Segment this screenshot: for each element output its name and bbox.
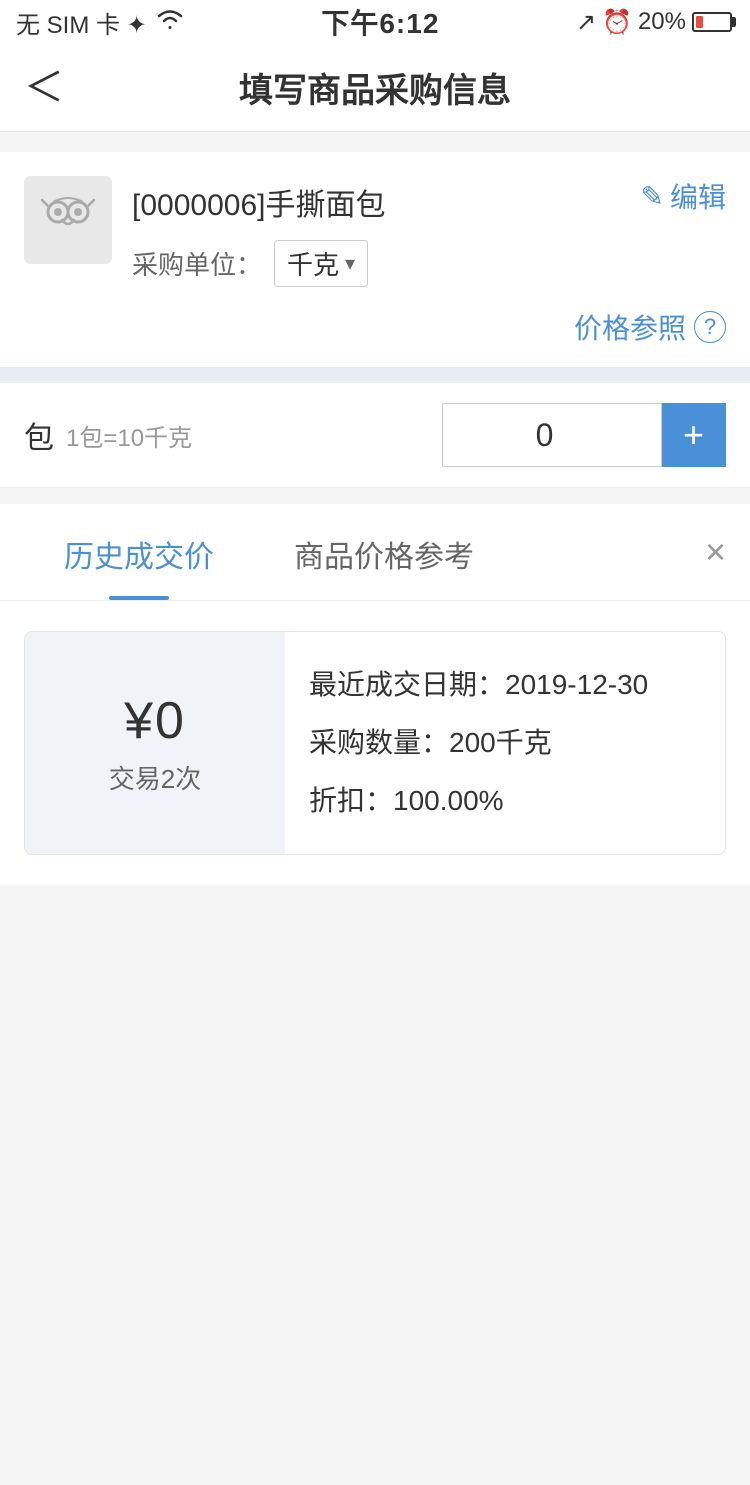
discount-value: 100.00% (393, 785, 504, 816)
product-logo-icon (38, 190, 98, 250)
status-time: 下午6:12 (321, 2, 439, 42)
tab-section: 历史成交价 商品价格参考 × ¥0 交易2次 最近成交日期：2019-12-30… (0, 504, 750, 885)
product-card: [0000006]手撕面包 采购单位： 千克 ▾ ✎ 编辑 价格参照 ? (0, 152, 750, 367)
quantity-control: + (442, 403, 726, 467)
history-quantity-row: 采购数量：200千克 (309, 722, 701, 764)
product-top-row: [0000006]手撕面包 采购单位： 千克 ▾ ✎ 编辑 (24, 176, 726, 287)
tab-close-button[interactable]: × (685, 511, 726, 593)
status-bar: 无 SIM 卡 ✦ 下午6:12 ↗ ⏰ 20% (0, 0, 750, 44)
battery-percent: 20% (638, 8, 686, 36)
product-id: [0000006] (132, 189, 265, 222)
product-info: [0000006]手撕面包 采购单位： 千克 ▾ (132, 176, 385, 287)
battery-icon (692, 12, 734, 32)
discount-label: 折扣： (309, 785, 393, 816)
edit-icon: ✎ (641, 180, 664, 213)
history-left-panel: ¥0 交易2次 (25, 632, 285, 854)
quantity-label: 包 1包=10千克 (24, 413, 192, 457)
location-icon: ↗ (576, 8, 596, 37)
increment-button[interactable]: + (662, 403, 726, 467)
page-title: 填写商品采购信息 (239, 63, 511, 112)
chevron-down-icon: ▾ (345, 251, 355, 276)
price-ref-label: 价格参照 (574, 307, 686, 347)
purchase-quantity-label: 采购数量： (309, 727, 449, 758)
quantity-row: 包 1包=10千克 + (0, 383, 750, 488)
edit-button[interactable]: ✎ 编辑 (641, 176, 726, 216)
edit-label: 编辑 (670, 176, 726, 216)
product-title: 手撕面包 (265, 189, 385, 222)
plus-icon: + (683, 414, 704, 456)
history-date-row: 最近成交日期：2019-12-30 (309, 664, 701, 706)
product-thumbnail (24, 176, 112, 264)
history-right-panel: 最近成交日期：2019-12-30 采购数量：200千克 折扣：100.00% (285, 632, 725, 854)
recent-date-label: 最近成交日期： (309, 669, 505, 700)
price-ref-button[interactable]: 价格参照 ? (574, 307, 726, 347)
quantity-input[interactable] (442, 403, 662, 467)
tab-price-ref[interactable]: 商品价格参考 (254, 504, 514, 600)
tab-content-history: ¥0 交易2次 最近成交日期：2019-12-30 采购数量：200千克 折扣：… (0, 601, 750, 885)
section-divider (0, 367, 750, 383)
wifi-icon (155, 8, 185, 37)
history-trade-times: 交易2次 (109, 759, 201, 796)
alarm-icon: ⏰ (602, 8, 632, 37)
tab-header: 历史成交价 商品价格参考 × (0, 504, 750, 601)
unit-select[interactable]: 千克 ▾ (274, 240, 368, 287)
page-bottom (0, 885, 750, 1485)
purchase-quantity-value: 200千克 (449, 727, 552, 758)
product-name: [0000006]手撕面包 (132, 180, 385, 224)
product-bottom-row: 价格参照 ? (24, 307, 726, 347)
history-price-value: ¥0 (124, 691, 186, 751)
product-left: [0000006]手撕面包 采购单位： 千克 ▾ (24, 176, 385, 287)
status-right: ↗ ⏰ 20% (576, 8, 734, 37)
back-button[interactable]: ＜ (24, 68, 84, 108)
recent-date-value: 2019-12-30 (505, 669, 648, 700)
close-icon: × (705, 531, 726, 572)
history-price-card: ¥0 交易2次 最近成交日期：2019-12-30 采购数量：200千克 折扣：… (24, 631, 726, 855)
sim-label: 无 SIM 卡 ✦ (16, 5, 147, 40)
history-discount-row: 折扣：100.00% (309, 780, 701, 822)
unit-conversion-hint: 1包=10千克 (66, 418, 192, 453)
product-unit-row: 采购单位： 千克 ▾ (132, 240, 385, 287)
tab-price-ref-label: 商品价格参考 (294, 541, 474, 574)
status-left: 无 SIM 卡 ✦ (16, 5, 185, 40)
unit-label: 采购单位： (132, 245, 262, 282)
help-icon: ? (694, 311, 726, 343)
tab-history-label: 历史成交价 (64, 541, 214, 574)
unit-value: 千克 (287, 245, 339, 282)
unit-bag-label: 包 (24, 413, 54, 457)
tab-history-price[interactable]: 历史成交价 (24, 504, 254, 600)
header: ＜ 填写商品采购信息 (0, 44, 750, 132)
